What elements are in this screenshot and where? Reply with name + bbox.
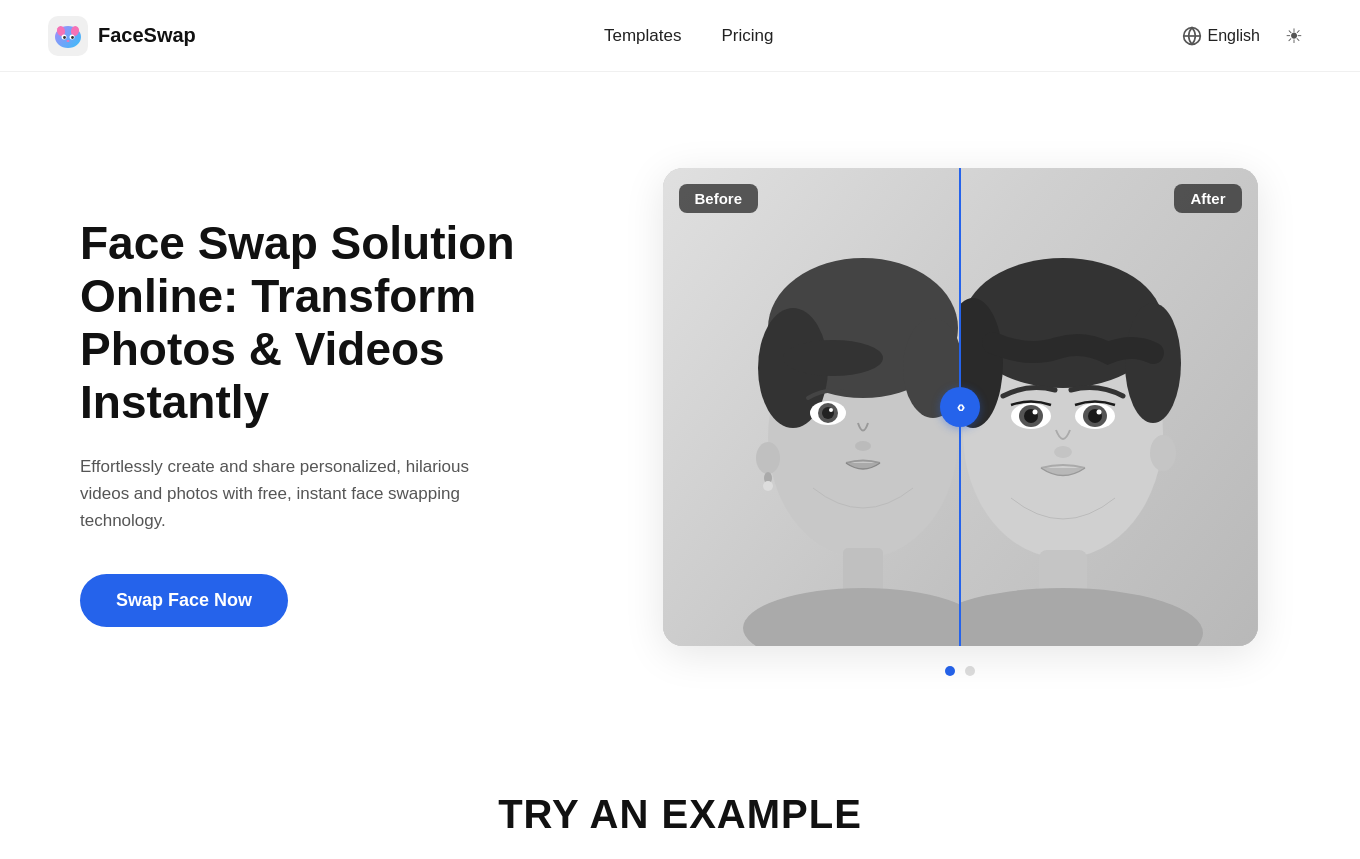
hero-left: Face Swap Solution Online: Transform Pho… <box>80 217 580 627</box>
svg-point-39 <box>1032 410 1037 415</box>
before-label: Before <box>679 184 759 213</box>
svg-point-8 <box>67 40 70 42</box>
theme-toggle[interactable]: ☀ <box>1276 18 1312 54</box>
logo-icon <box>48 16 88 56</box>
logo-text: FaceSwap <box>98 24 196 47</box>
nav-pricing[interactable]: Pricing <box>721 26 773 46</box>
hero-section: Face Swap Solution Online: Transform Pho… <box>0 72 1360 752</box>
carousel-dot-2[interactable] <box>965 666 975 676</box>
swap-face-now-button[interactable]: Swap Face Now <box>80 574 288 627</box>
language-selector[interactable]: English <box>1182 26 1260 46</box>
globe-icon <box>1182 26 1202 46</box>
main-nav: Templates Pricing <box>604 26 773 46</box>
svg-point-43 <box>1096 410 1101 415</box>
hero-title: Face Swap Solution Online: Transform Pho… <box>80 217 580 429</box>
svg-point-18 <box>783 340 883 376</box>
try-example-section: TRY AN EXAMPLE <box>0 752 1360 857</box>
after-label: After <box>1174 184 1241 213</box>
hero-description: Effortlessly create and share personaliz… <box>80 453 520 535</box>
svg-point-23 <box>855 441 871 451</box>
hero-right: ‹› Before After <box>640 168 1280 676</box>
carousel-dots <box>945 666 975 676</box>
image-compare-widget[interactable]: ‹› Before After <box>663 168 1258 646</box>
svg-point-44 <box>1054 446 1072 458</box>
compare-handle[interactable]: ‹› <box>940 387 980 427</box>
nav-templates[interactable]: Templates <box>604 26 681 46</box>
header-right: English ☀ <box>1182 18 1312 54</box>
compare-handle-arrows: ‹› <box>957 398 964 416</box>
logo[interactable]: FaceSwap <box>48 16 196 56</box>
svg-point-22 <box>829 408 833 412</box>
svg-point-26 <box>756 442 780 474</box>
try-example-title: TRY AN EXAMPLE <box>0 792 1360 837</box>
carousel-dot-1[interactable] <box>945 666 955 676</box>
svg-point-28 <box>763 481 773 491</box>
svg-point-7 <box>71 36 74 39</box>
header: FaceSwap Templates Pricing English ☀ <box>0 0 1360 72</box>
language-label: English <box>1208 27 1260 45</box>
svg-point-47 <box>1150 435 1176 471</box>
svg-point-6 <box>63 36 66 39</box>
sun-icon: ☀ <box>1285 24 1303 48</box>
